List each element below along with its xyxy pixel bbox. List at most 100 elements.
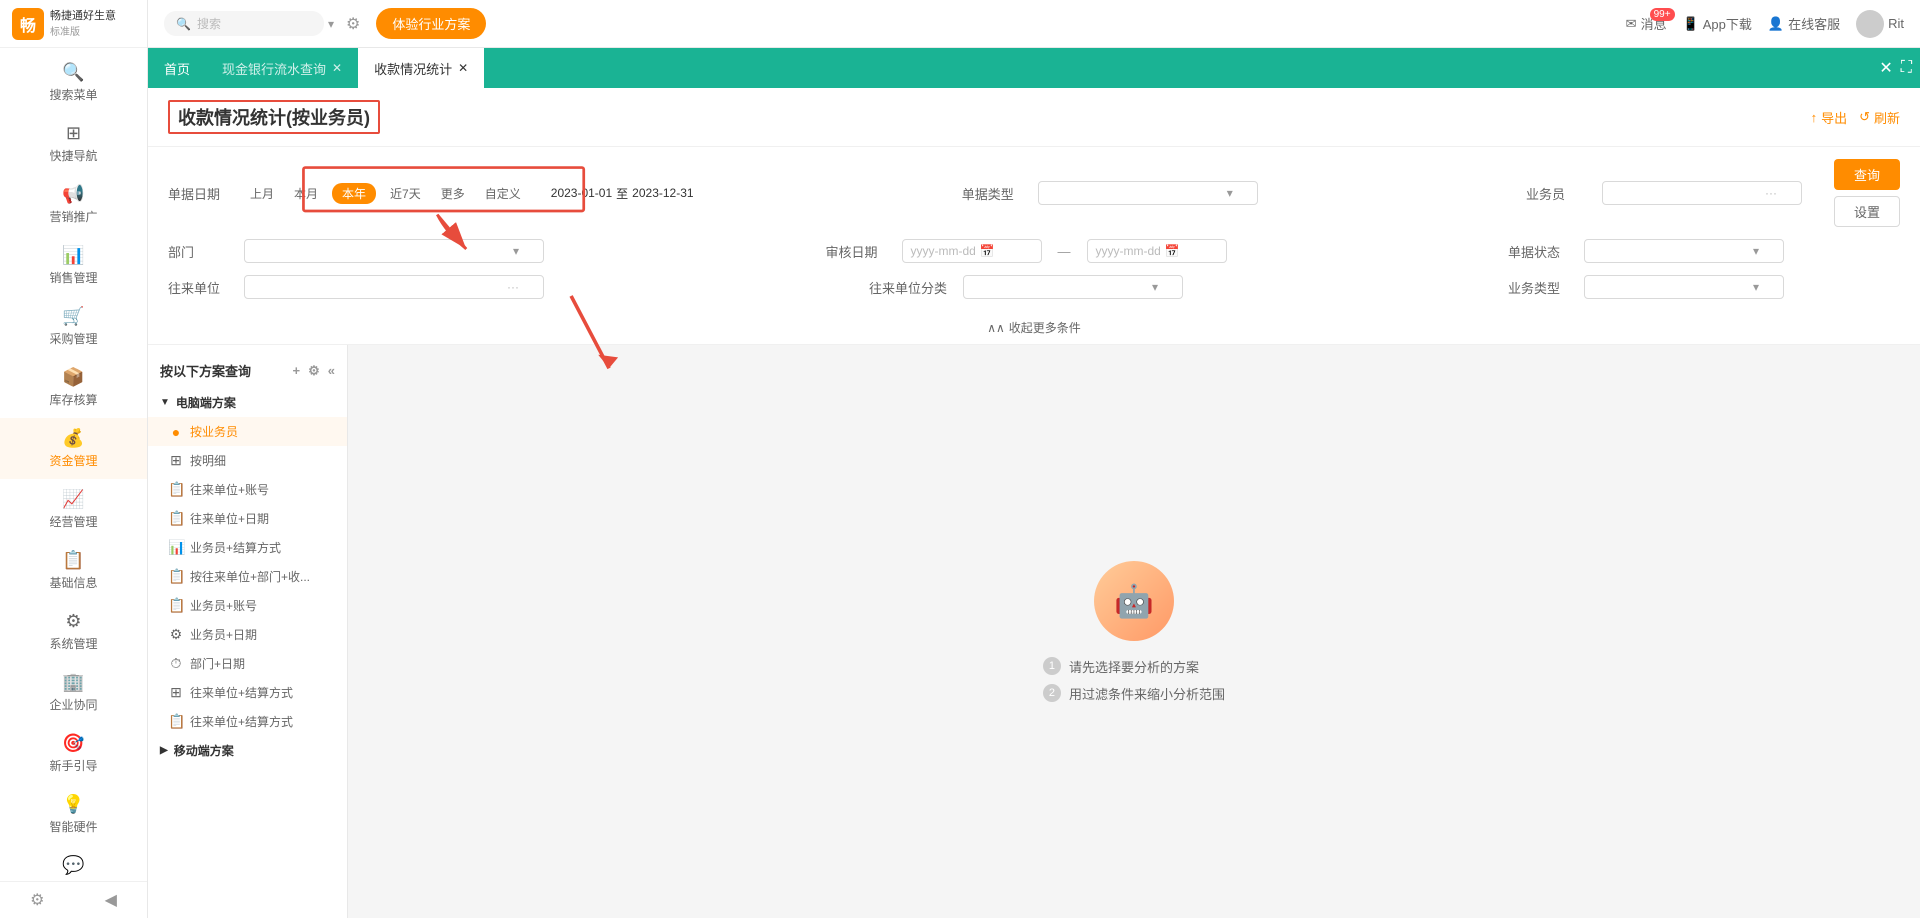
sidebar: 畅 畅捷通好生意 标准版 🔍 搜索菜单 ⊞ 快捷导航 📢 营销推广 📊 销售管理… (0, 0, 148, 918)
dept-select[interactable]: ▾ (244, 239, 544, 263)
sidebar-settings-icon[interactable]: ⚙ (30, 890, 44, 910)
sidebar-item-purchase[interactable]: 🛒 采购管理 (0, 296, 147, 357)
tip2-text: 用过滤条件来缩小分析范围 (1069, 684, 1225, 703)
trial-button[interactable]: 体验行业方案 (376, 8, 486, 39)
tree-group-desktop[interactable]: ▼ 电脑端方案 (148, 388, 347, 417)
topbar-chevron-icon[interactable]: ▾ (328, 17, 334, 31)
panel-settings-icon[interactable]: ⚙ (308, 363, 320, 379)
empty-icon: 🤖 (1094, 561, 1174, 641)
topbar-gear-icon[interactable]: ⚙ (346, 14, 360, 34)
voucher-status-select[interactable]: ▾ (1584, 239, 1784, 263)
tree-item-by-salesman[interactable]: ● 按业务员 (148, 417, 347, 446)
service-btn[interactable]: 👤 在线客服 (1768, 14, 1840, 33)
tree-group-arrow-icon: ▼ (160, 397, 170, 408)
date-btn-last-month[interactable]: 上月 (244, 183, 280, 204)
date-btn-this-year[interactable]: 本年 (332, 183, 376, 204)
tree-item-label: 按往来单位+部门+收... (190, 568, 310, 585)
edition-label: 标准版 (50, 23, 116, 38)
sidebar-item-label: 新手引导 (49, 757, 97, 774)
hardware-icon: 💡 (62, 794, 84, 815)
tab-bank-close-icon[interactable]: ✕ (332, 61, 342, 75)
sidebar-item-wechat[interactable]: 💬 企业微信 (0, 845, 147, 881)
sidebar-collapse-icon[interactable]: ◀ (105, 890, 117, 910)
messages-count-badge: 99+ (1650, 8, 1675, 21)
tree-item-partner-settle1[interactable]: ⊞ 往来单位+结算方式 (148, 678, 347, 707)
date-btn-this-month[interactable]: 本月 (288, 183, 324, 204)
partner-settle2-icon: 📋 (168, 713, 184, 730)
tree-item-salesman-settle[interactable]: 📊 业务员+结算方式 (148, 533, 347, 562)
sidebar-item-inventory[interactable]: 📦 库存核算 (0, 357, 147, 418)
tab-bank[interactable]: 现金银行流水查询 ✕ (206, 48, 358, 88)
tree-group-mobile[interactable]: ▶ 移动端方案 (148, 736, 347, 765)
tabbar-close-icon[interactable]: ✕ (1879, 58, 1892, 78)
company-icon: 🏢 (62, 672, 84, 693)
review-date-to[interactable]: yyyy-mm-dd 📅 (1087, 239, 1227, 263)
messages-btn[interactable]: ✉ 消息 99+ (1626, 14, 1667, 33)
partner-category-select[interactable]: ▾ (963, 275, 1183, 299)
review-from-placeholder: yyyy-mm-dd (911, 244, 976, 258)
partner-select[interactable]: ··· (244, 275, 544, 299)
sidebar-item-sales[interactable]: 📊 销售管理 (0, 235, 147, 296)
query-button[interactable]: 查询 (1834, 159, 1900, 190)
logo-icon: 畅 (12, 8, 44, 40)
sal-acc-icon: 📋 (168, 597, 184, 614)
tree-item-salesman-account[interactable]: 📋 业务员+账号 (148, 591, 347, 620)
sidebar-item-finance[interactable]: 💰 资金管理 (0, 418, 147, 479)
tree-item-partner-dept[interactable]: 📋 按往来单位+部门+收... (148, 562, 347, 591)
business-type-select[interactable]: ▾ (1584, 275, 1784, 299)
partner-category-label: 往来单位分类 (869, 278, 947, 297)
voucher-type-dropdown-icon: ▾ (1227, 186, 1233, 200)
left-panel: 按以下方案查询 + ⚙ « ▼ 电脑端方案 ● 按业务员 (148, 345, 348, 918)
sidebar-item-guide[interactable]: 🎯 新手引导 (0, 723, 147, 784)
action-buttons: 查询 设置 (1834, 159, 1900, 227)
tree-item-partner-settle2[interactable]: 📋 往来单位+结算方式 (148, 707, 347, 736)
tree-item-dept-date[interactable]: ⏱ 部门+日期 (148, 649, 347, 678)
topbar-search[interactable]: 🔍 搜索 (164, 11, 324, 36)
sidebar-item-shortcut[interactable]: ⊞ 快捷导航 (0, 113, 147, 174)
tree-item-partner-date[interactable]: 📋 往来单位+日期 (148, 504, 347, 533)
user-avatar-area[interactable]: Rit (1856, 10, 1904, 38)
sidebar-item-basic[interactable]: 📋 基础信息 (0, 540, 147, 601)
date-label: 单据日期 (168, 184, 228, 203)
date-btn-7days[interactable]: 近7天 (384, 183, 427, 204)
tab-home[interactable]: 首页 (148, 48, 206, 88)
salesman-select[interactable]: ··· (1602, 181, 1802, 205)
settings-button[interactable]: 设置 (1834, 196, 1900, 227)
filter-row-date: 单据日期 上月 本月 本年 近7天 更多 自定义 2023-01-01 至 20… (168, 159, 1900, 227)
salesman-settle-icon: 📊 (168, 539, 184, 556)
sidebar-item-marketing[interactable]: 📢 营销推广 (0, 174, 147, 235)
tree-item-label: 部门+日期 (190, 655, 245, 672)
page-title: 收款情况统计(按业务员) (168, 100, 380, 134)
sidebar-item-company[interactable]: 🏢 企业协同 (0, 662, 147, 723)
detail-icon: ⊞ (168, 452, 184, 469)
partner-date-icon: 📋 (168, 510, 184, 527)
voucher-type-select[interactable]: ▾ (1038, 181, 1258, 205)
sidebar-item-search[interactable]: 🔍 搜索菜单 (0, 52, 147, 113)
tree-item-partner-account[interactable]: 📋 往来单位+账号 (148, 475, 347, 504)
tree-group-label: 电脑端方案 (176, 394, 236, 411)
tab-collection-close-icon[interactable]: ✕ (458, 61, 468, 75)
refresh-button[interactable]: ↺ 刷新 (1859, 108, 1900, 127)
panel-collapse-icon[interactable]: « (328, 363, 335, 379)
tree-item-by-detail[interactable]: ⊞ 按明细 (148, 446, 347, 475)
review-date-from[interactable]: yyyy-mm-dd 📅 (902, 239, 1042, 263)
export-button[interactable]: ↑ 导出 (1811, 108, 1848, 127)
tabbar-expand-icon[interactable]: ⛶ (1901, 59, 1912, 77)
date-btn-custom[interactable]: 自定义 (479, 183, 527, 204)
sidebar-item-hardware[interactable]: 💡 智能硬件 (0, 784, 147, 845)
panel-add-icon[interactable]: + (293, 363, 301, 379)
biz-type-dropdown-icon: ▾ (1753, 280, 1759, 294)
layout-body: 按以下方案查询 + ⚙ « ▼ 电脑端方案 ● 按业务员 (148, 345, 1920, 918)
tab-collection[interactable]: 收款情况统计 ✕ (358, 48, 484, 88)
filter-collapse-btn[interactable]: ∧∧ 收起更多条件 (168, 311, 1900, 344)
tab-bank-label: 现金银行流水查询 (222, 59, 326, 78)
date-btn-more[interactable]: 更多 (435, 183, 471, 204)
tree-item-salesman-date[interactable]: ⚙ 业务员+日期 (148, 620, 347, 649)
operations-icon: 📈 (62, 489, 84, 510)
app-download-btn[interactable]: 📱 App下载 (1683, 14, 1752, 33)
dept-dropdown-icon: ▾ (513, 244, 519, 258)
sidebar-item-system[interactable]: ⚙ 系统管理 (0, 601, 147, 662)
marketing-icon: 📢 (62, 184, 84, 205)
empty-state: 🤖 1 请先选择要分析的方案 2 用过滤条件来缩小分析范围 (348, 345, 1920, 918)
sidebar-item-operations[interactable]: 📈 经营管理 (0, 479, 147, 540)
